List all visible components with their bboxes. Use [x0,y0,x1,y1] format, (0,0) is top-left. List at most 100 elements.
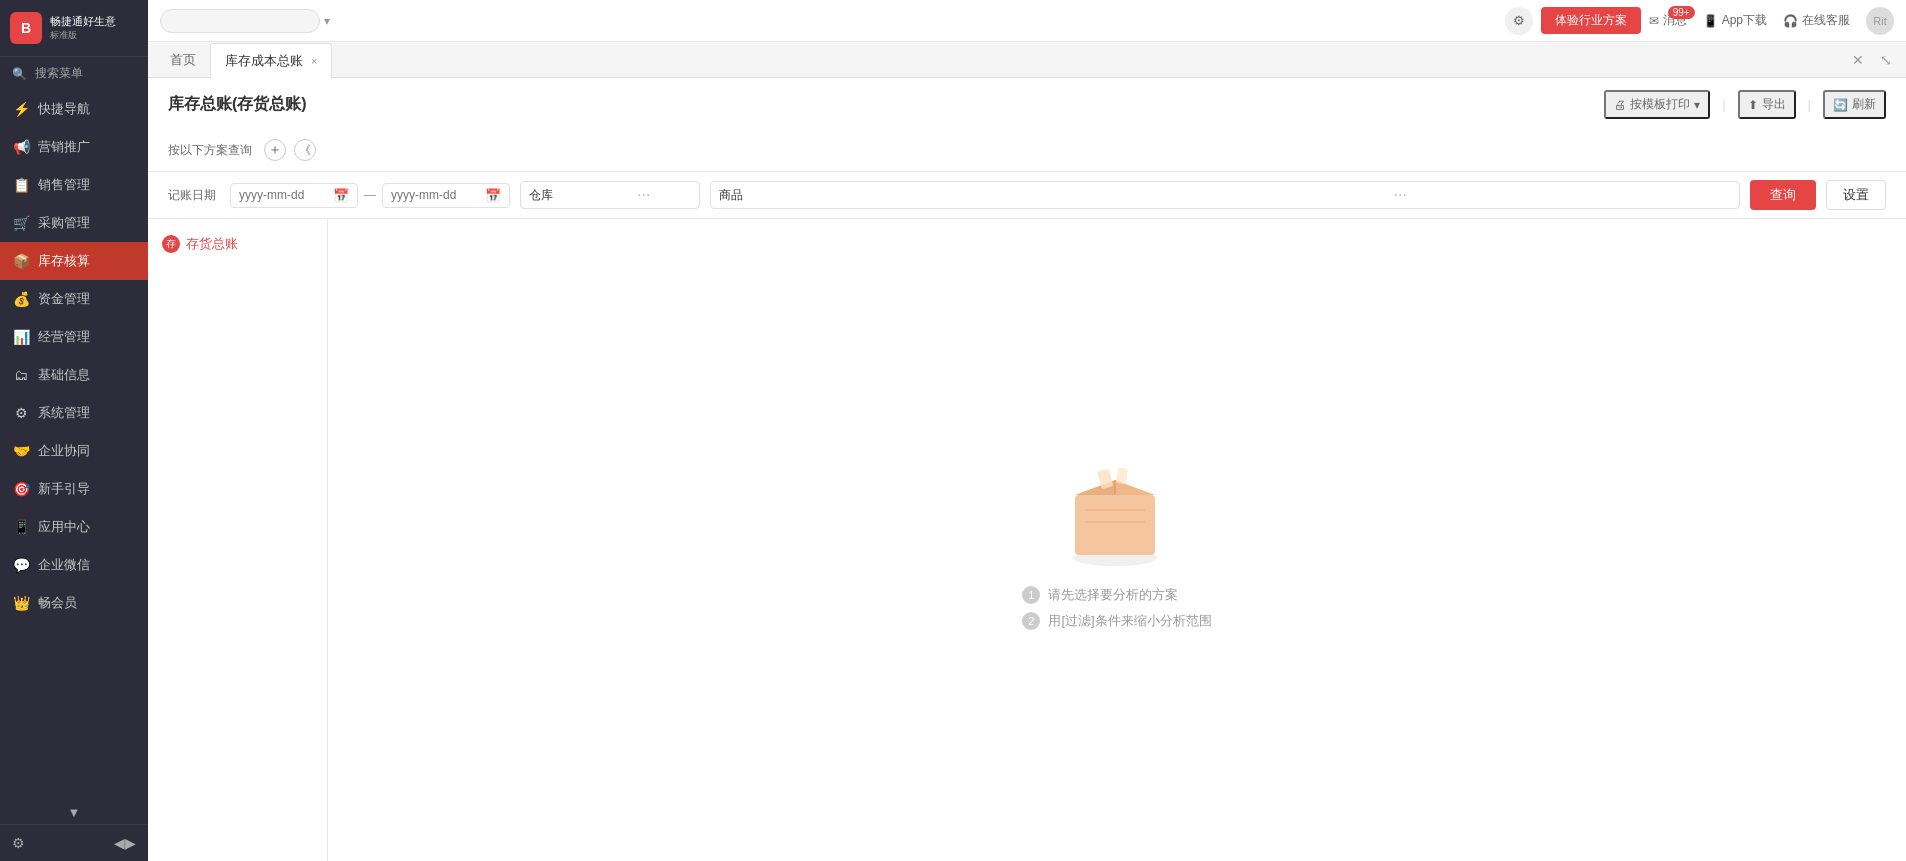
member-icon: 👑 [12,595,30,611]
export-btn[interactable]: ⬆ 导出 [1738,90,1796,119]
warehouse-dots-btn[interactable]: ··· [637,186,691,204]
svg-rect-1 [1075,495,1155,555]
main-area: ▾ ⚙ 体验行业方案 ✉ 消息 99+ 📱 App下载 🎧 在线客服 Rit [148,0,1906,861]
system-icon: ⚙ [12,405,30,421]
search-menu-label: 搜索菜单 [35,65,83,82]
sidebar-item-finance[interactable]: 💰 资金管理 [0,280,148,318]
tabs-bar: 首页 库存成本总账 × ✕ ⤡ [148,42,1906,78]
tip-num-2: 2 [1022,612,1040,630]
warehouse-select[interactable]: 仓库 ··· [520,181,700,209]
filter-row: 按以下方案查询 ＋ 《 [168,129,1886,171]
empty-state: 1 请先选择要分析的方案 2 用[过滤]条件来缩小分析范围 [328,219,1906,861]
tab-expand-btn[interactable]: ⤡ [1874,48,1898,72]
query-btn[interactable]: 查询 [1750,180,1816,210]
sidebar-item-enterprise[interactable]: 🤝 企业协同 [0,432,148,470]
app-download-btn[interactable]: 📱 App下载 [1703,12,1767,29]
sidebar-item-operations[interactable]: 📊 经营管理 [0,318,148,356]
app-download-label: App下载 [1722,12,1767,29]
empty-tip-text-2: 用[过滤]条件来缩小分析范围 [1048,612,1211,630]
calendar-start-icon[interactable]: 📅 [333,188,349,203]
topbar-chevron-icon[interactable]: ▾ [324,14,330,28]
inventory-icon: 📦 [12,253,30,269]
filter-add-btn[interactable]: ＋ [264,139,286,161]
svg-rect-8 [1116,467,1129,484]
sidebar-item-marketing[interactable]: 📢 营销推广 [0,128,148,166]
active-tab-label: 库存成本总账 [225,52,303,70]
refresh-btn[interactable]: 🔄 刷新 [1823,90,1886,119]
collapse-btn[interactable]: ◀▶ [114,835,136,851]
sidebar-item-label: 应用中心 [38,518,90,536]
logo-icon: B [10,12,42,44]
sidebar-item-wechat[interactable]: 💬 企业微信 [0,546,148,584]
online-service-btn[interactable]: 🎧 在线客服 [1783,12,1850,29]
tab-close-all-btn[interactable]: ✕ [1846,48,1870,72]
scheme-item-inventory-ledger[interactable]: 存 存货总账 [148,227,327,261]
date-start-field[interactable] [239,188,329,202]
marketing-icon: 📢 [12,139,30,155]
calendar-end-icon[interactable]: 📅 [485,188,501,203]
topbar-search-input[interactable] [160,9,320,33]
sidebar-item-label: 畅会员 [38,594,77,612]
sidebar-item-app-center[interactable]: 📱 应用中心 [0,508,148,546]
filter-collapse-btn[interactable]: 《 [294,139,316,161]
industry-btn[interactable]: 体验行业方案 [1541,7,1641,34]
content-body: 存 存货总账 [148,219,1906,861]
message-btn[interactable]: ✉ 消息 99+ [1649,12,1687,29]
online-service-label: 在线客服 [1802,12,1850,29]
sidebar-item-inventory[interactable]: 📦 库存核算 [0,242,148,280]
sidebar-item-label: 经营管理 [38,328,90,346]
sidebar-item-guide[interactable]: 🎯 新手引导 [0,470,148,508]
sidebar-item-sales[interactable]: 📋 销售管理 [0,166,148,204]
wechat-icon: 💬 [12,557,30,573]
settings-btn[interactable]: 设置 [1826,180,1886,210]
message-badge: 99+ [1668,6,1695,19]
user-avatar-btn[interactable]: Rit [1866,7,1894,35]
product-select[interactable]: 商品 ··· [710,181,1740,209]
warehouse-label: 仓库 [529,187,583,204]
guide-icon: 🎯 [12,481,30,497]
print-btn[interactable]: 🖨 按模板打印 ▾ [1604,90,1710,119]
sidebar-item-label: 库存核算 [38,252,90,270]
sidebar-item-member[interactable]: 👑 畅会员 [0,584,148,622]
date-start-input[interactable]: 📅 [230,183,358,208]
sidebar-item-label: 新手引导 [38,480,90,498]
date-end-input[interactable]: 📅 [382,183,510,208]
topbar-right: ✉ 消息 99+ 📱 App下载 🎧 在线客服 Rit [1649,7,1894,35]
empty-tip-1: 1 请先选择要分析的方案 [1022,586,1211,604]
basic-icon: 🗂 [12,367,30,383]
sidebar-item-purchase[interactable]: 🛒 采购管理 [0,204,148,242]
page-title-row: 库存总账(存货总账) 🖨 按模板打印 ▾ | ⬆ 导出 | 🔄 [168,90,1886,119]
date-end-field[interactable] [391,188,481,202]
filter-label: 按以下方案查询 [168,142,252,159]
topbar-settings-btn[interactable]: ⚙ [1505,7,1533,35]
tab-inventory-ledger[interactable]: 库存成本总账 × [210,43,332,79]
empty-tips: 1 请先选择要分析的方案 2 用[过滤]条件来缩小分析范围 [1022,586,1211,630]
quick-nav-icon: ⚡ [12,101,30,117]
scheme-panel: 存 存货总账 [148,219,328,861]
export-icon: ⬆ [1748,98,1758,112]
print-icon: 🖨 [1614,98,1626,112]
empty-tip-2: 2 用[过滤]条件来缩小分析范围 [1022,612,1211,630]
empty-illustration [1057,450,1177,570]
sidebar: B 畅捷通好生意 标准版 🔍 搜索菜单 ⚡ 快捷导航 📢 营销推广 📋 销售管理… [0,0,148,861]
sidebar-item-basic[interactable]: 🗂 基础信息 [0,356,148,394]
sidebar-item-quick-nav[interactable]: ⚡ 快捷导航 [0,90,148,128]
message-icon: ✉ [1649,14,1659,28]
page-header: 库存总账(存货总账) 🖨 按模板打印 ▾ | ⬆ 导出 | 🔄 [148,78,1906,172]
app-name: 畅捷通好生意 [50,14,116,29]
scheme-item-label: 存货总账 [186,235,238,253]
scheme-icon: 存 [162,235,180,253]
user-avatar: Rit [1866,7,1894,35]
product-dots-btn[interactable]: ··· [1394,186,1731,204]
empty-svg [1057,450,1177,570]
sidebar-item-label: 系统管理 [38,404,90,422]
sidebar-item-label: 企业微信 [38,556,90,574]
tab-close-btn[interactable]: × [311,55,317,67]
sidebar-item-system[interactable]: ⚙ 系统管理 [0,394,148,432]
sidebar-search-menu[interactable]: 🔍 搜索菜单 [0,57,148,90]
date-filter-group: 📅 — 📅 [230,183,510,208]
sidebar-scroll-down[interactable]: ▼ [0,801,148,824]
tip-num-1: 1 [1022,586,1040,604]
tab-home[interactable]: 首页 [156,42,210,78]
settings-footer-btn[interactable]: ⚙ [12,835,25,851]
